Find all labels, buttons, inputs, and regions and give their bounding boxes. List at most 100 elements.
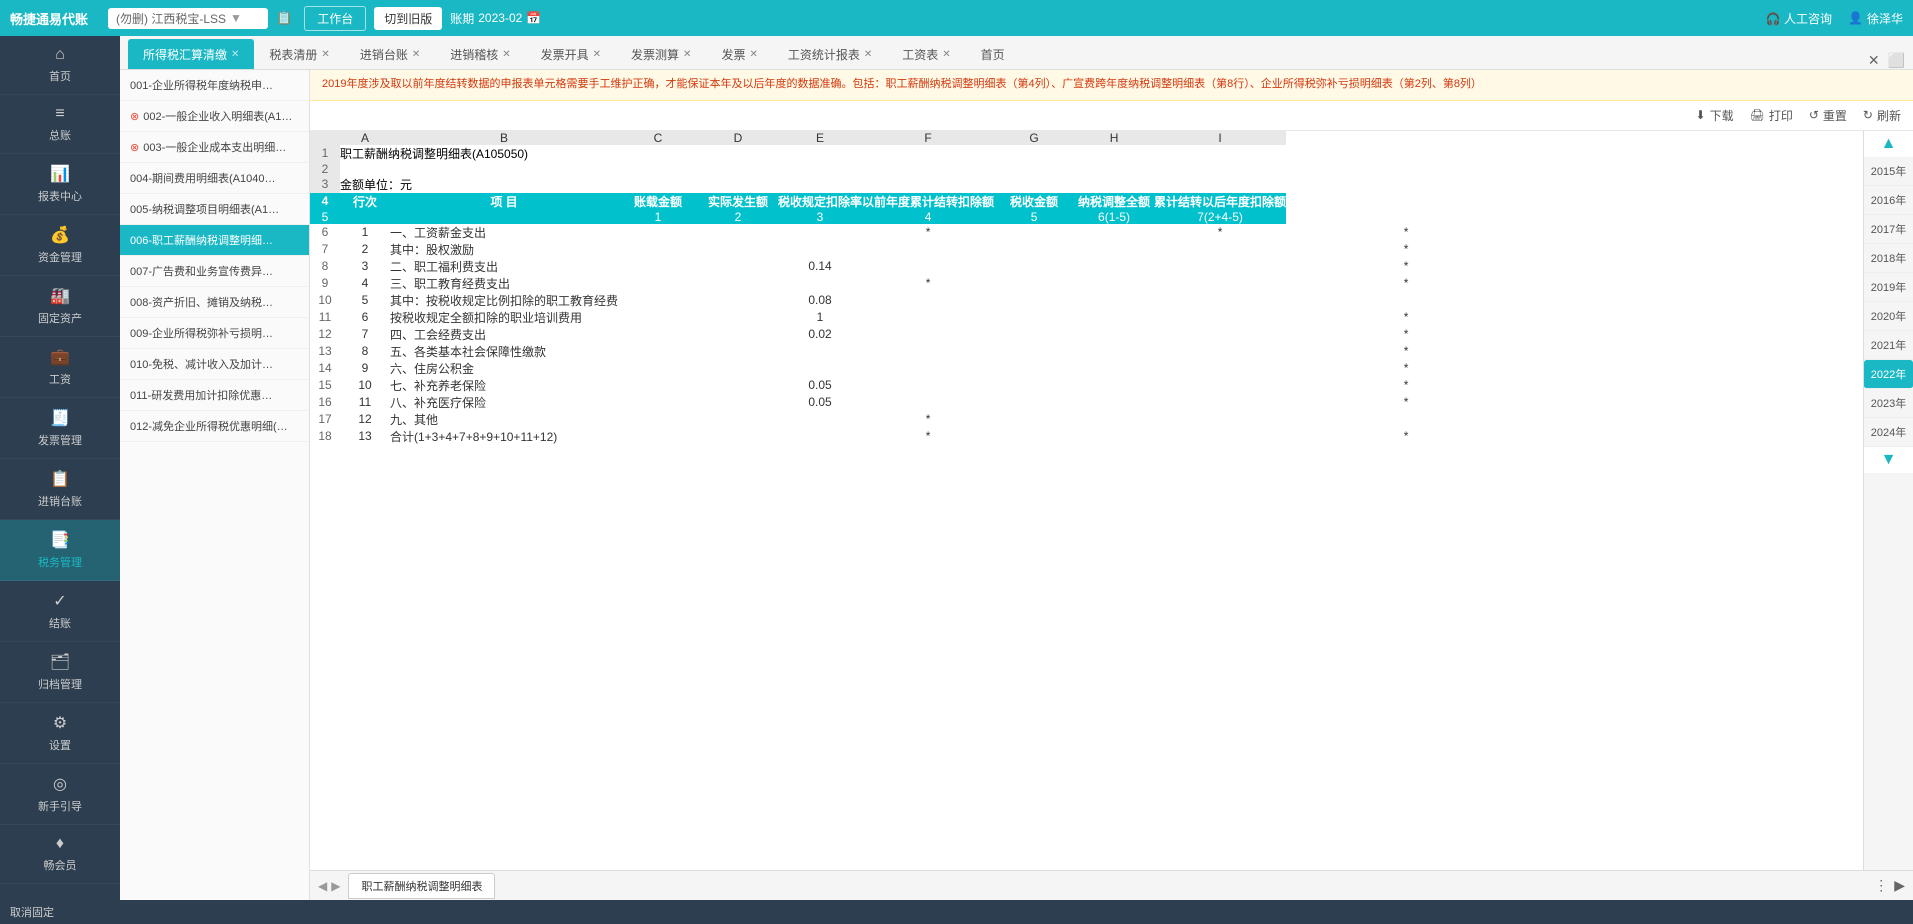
cell-10-1[interactable]	[698, 377, 778, 394]
cell-12-7[interactable]	[1286, 411, 1366, 428]
cell-4-7[interactable]	[1286, 275, 1366, 292]
year-nav-down[interactable]: ▼	[1864, 447, 1913, 473]
year-item-2015年[interactable]: 2015年	[1864, 157, 1913, 186]
left-nav-item-006[interactable]: 006-职工薪酬纳税调整明细…	[120, 225, 309, 256]
cell-8-6[interactable]	[1154, 343, 1286, 360]
year-item-2016年[interactable]: 2016年	[1864, 186, 1913, 215]
left-nav-item-012[interactable]: 012-减免企业所得税优惠明细(…	[120, 411, 309, 442]
cell-1-1[interactable]	[698, 224, 778, 241]
cell-2-1[interactable]	[698, 241, 778, 258]
sidebar-item-purchase[interactable]: 📋进销台账	[0, 459, 120, 520]
tab-所得税汇算清缴[interactable]: 所得税汇算清缴✕	[128, 39, 254, 69]
cell-4-8[interactable]: *	[1366, 275, 1446, 292]
cell-6-1[interactable]	[698, 309, 778, 326]
cell-10-8[interactable]: *	[1366, 377, 1446, 394]
cell-10-3[interactable]	[862, 377, 994, 394]
cell-13-8[interactable]: *	[1366, 428, 1446, 445]
close-tab-icon[interactable]: ✕	[231, 49, 239, 60]
cell-12-2[interactable]	[778, 411, 862, 428]
close-tab-icon[interactable]: ✕	[412, 49, 420, 60]
cell-3-3[interactable]	[862, 258, 994, 275]
cell-7-2[interactable]: 0.02	[778, 326, 862, 343]
cell-1-8[interactable]: *	[1366, 224, 1446, 241]
cell-1-6[interactable]: *	[1154, 224, 1286, 241]
cell-4-1[interactable]	[698, 275, 778, 292]
tab-进销台账[interactable]: 进销台账✕	[345, 39, 435, 69]
cell-4-0[interactable]	[618, 275, 698, 292]
cell-11-7[interactable]	[1286, 394, 1366, 411]
sheet-tab-active[interactable]: 职工薪酬纳税调整明细表	[348, 873, 495, 899]
workspace-button[interactable]: 工作台	[304, 6, 366, 31]
cell-2-5[interactable]	[1074, 241, 1154, 258]
sidebar-item-home[interactable]: ⌂首页	[0, 36, 120, 95]
cell-9-8[interactable]: *	[1366, 360, 1446, 377]
cancel-fixed-btn[interactable]: 取消固定	[10, 904, 54, 920]
year-item-2020年[interactable]: 2020年	[1864, 302, 1913, 331]
row-label[interactable]: 按税收规定全额扣除的职业培训费用	[390, 309, 618, 326]
close-tab-icon[interactable]: ✕	[942, 49, 950, 60]
close-tab-icon[interactable]: ✕	[683, 49, 691, 60]
user-menu[interactable]: 👤 徐泽华	[1848, 10, 1903, 27]
year-item-2018年[interactable]: 2018年	[1864, 244, 1913, 273]
cell-10-0[interactable]	[618, 377, 698, 394]
left-nav-item-008[interactable]: 008-资产折旧、摊销及纳税…	[120, 287, 309, 318]
cell-2-0[interactable]	[618, 241, 698, 258]
cell-13-7[interactable]	[1286, 428, 1366, 445]
sidebar-item-invoice[interactable]: 🧾发票管理	[0, 398, 120, 459]
sidebar-item-guide[interactable]: ◎新手引导	[0, 764, 120, 825]
cell-9-1[interactable]	[698, 360, 778, 377]
cell-11-2[interactable]: 0.05	[778, 394, 862, 411]
cell-9-4[interactable]	[994, 360, 1074, 377]
cell-9-5[interactable]	[1074, 360, 1154, 377]
row-label[interactable]: 其中：股权激励	[390, 241, 618, 258]
table-container[interactable]: ABCDEFGHI 1 职工薪酬纳税调整明细表(A105050) 2 3 金额单…	[310, 131, 1913, 870]
close-tab-button[interactable]: ✕	[1868, 52, 1880, 69]
cell-4-2[interactable]	[778, 275, 862, 292]
sidebar-item-member[interactable]: ♦畅会员	[0, 825, 120, 884]
cell-13-2[interactable]	[778, 428, 862, 445]
row-label[interactable]: 四、工会经费支出	[390, 326, 618, 343]
cell-7-5[interactable]	[1074, 326, 1154, 343]
cell-2-3[interactable]	[862, 241, 994, 258]
cell-12-4[interactable]	[994, 411, 1074, 428]
year-item-2024年[interactable]: 2024年	[1864, 418, 1913, 447]
sidebar-item-report[interactable]: 📊报表中心	[0, 154, 120, 215]
cell-13-4[interactable]	[994, 428, 1074, 445]
cell-11-6[interactable]	[1154, 394, 1286, 411]
row-label[interactable]: 六、住房公积金	[390, 360, 618, 377]
cell-3-1[interactable]	[698, 258, 778, 275]
tab-税表清册[interactable]: 税表清册✕	[254, 39, 344, 69]
close-tab-icon[interactable]: ✕	[593, 49, 601, 60]
cell-10-7[interactable]	[1286, 377, 1366, 394]
cell-5-0[interactable]	[618, 292, 698, 309]
cell-13-6[interactable]	[1154, 428, 1286, 445]
close-tab-icon[interactable]: ✕	[749, 49, 757, 60]
cell-6-5[interactable]	[1074, 309, 1154, 326]
year-item-2021年[interactable]: 2021年	[1864, 331, 1913, 360]
cell-12-6[interactable]	[1154, 411, 1286, 428]
cell-10-6[interactable]	[1154, 377, 1286, 394]
sidebar-item-archive[interactable]: 🗂归档管理	[0, 642, 120, 703]
cell-6-7[interactable]	[1286, 309, 1366, 326]
cell-7-1[interactable]	[698, 326, 778, 343]
cell-8-0[interactable]	[618, 343, 698, 360]
cell-9-2[interactable]	[778, 360, 862, 377]
year-nav-up[interactable]: ▲	[1864, 131, 1913, 157]
sidebar-item-settings[interactable]: ⚙设置	[0, 703, 120, 764]
cell-8-5[interactable]	[1074, 343, 1154, 360]
cell-3-7[interactable]	[1286, 258, 1366, 275]
left-nav-item-004[interactable]: 004-期间费用明细表(A1040…	[120, 163, 309, 194]
year-item-2017年[interactable]: 2017年	[1864, 215, 1913, 244]
cell-1-3[interactable]: *	[862, 224, 994, 241]
cell-11-5[interactable]	[1074, 394, 1154, 411]
sidebar-item-settle[interactable]: ✓结账	[0, 581, 120, 642]
tab-工资表[interactable]: 工资表✕	[887, 39, 965, 69]
cell-9-6[interactable]	[1154, 360, 1286, 377]
cell-7-6[interactable]	[1154, 326, 1286, 343]
cell-6-0[interactable]	[618, 309, 698, 326]
row-label[interactable]: 其中：按税收规定比例扣除的职工教育经费	[390, 292, 618, 309]
sidebar-item-tax[interactable]: 📑税务管理	[0, 520, 120, 581]
left-nav-item-007[interactable]: 007-广告费和业务宣传费异…	[120, 256, 309, 287]
reset-button[interactable]: ↺ 重置	[1809, 107, 1847, 124]
close-tab-icon[interactable]: ✕	[502, 49, 510, 60]
